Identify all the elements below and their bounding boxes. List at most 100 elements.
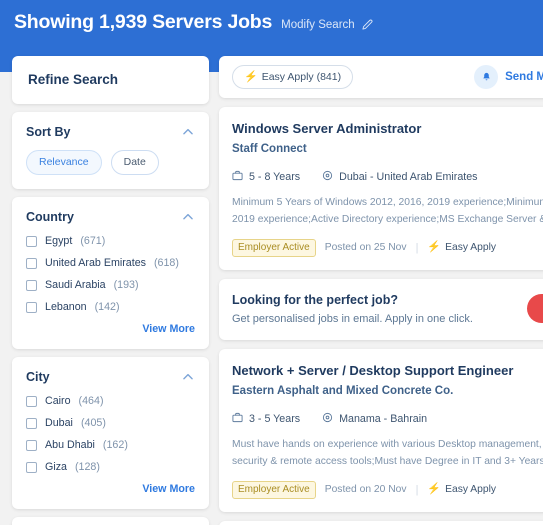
job-footer: Employer Active Posted on 20 Nov | ⚡ Eas… [232,480,543,499]
job-search-page: Showing 1,939 Servers Jobs Modify Search… [0,0,543,525]
checkbox[interactable] [26,395,37,407]
job-footer: Employer Active Posted on 25 Nov | ⚡ Eas… [232,238,543,257]
status-badge: Employer Active [232,238,316,257]
promo-subtitle: Get personalised jobs in email. Apply in… [232,312,473,325]
filter-option-label: Giza [45,461,67,473]
content-area: Refine Search Sort By Relevance Date Cou… [0,56,543,525]
sort-by-pills: Relevance Date [26,150,195,175]
easy-apply-tag[interactable]: ⚡ Easy Apply [427,241,497,254]
easy-apply-tag[interactable]: ⚡ Easy Apply [427,484,497,496]
checkbox[interactable] [26,235,37,247]
status-badge: Employer Active [232,480,316,499]
easy-apply-filter-chip[interactable]: ⚡ Easy Apply (841) [232,65,354,89]
job-alert-promo-banner: Looking for the perfect job? Get persona… [219,278,543,340]
briefcase-icon [232,410,243,428]
send-alert-action[interactable]: Send M [474,65,543,89]
filter-section-title: City [26,370,50,384]
checkbox[interactable] [26,279,37,291]
filter-option-count: (405) [80,417,106,429]
filters-sidebar: Refine Search Sort By Relevance Date Cou… [12,56,209,525]
filter-option-saudi-arabia[interactable]: Saudi Arabia (193) [26,279,195,291]
job-meta: 5 - 8 Years Dubai - United Arab Emirates [232,168,543,186]
location-pin-icon [322,168,333,186]
job-experience-label: 5 - 8 Years [249,171,301,183]
refine-search-title: Refine Search [28,72,119,87]
view-more-country[interactable]: View More [26,323,195,335]
job-experience: 3 - 5 Years [232,410,300,428]
filter-section-country: Country Egypt (671) United Arab Emirates… [12,197,209,349]
lightning-bolt-icon: ⚡ [427,241,442,254]
filter-option-lebanon[interactable]: Lebanon (142) [26,301,195,313]
promo-register-button[interactable]: Re [527,294,543,324]
checkbox[interactable] [26,417,37,429]
filter-option-count: (671) [80,235,106,247]
job-experience-label: 3 - 5 Years [249,412,301,425]
briefcase-icon [232,168,243,186]
job-title[interactable]: Network + Server / Desktop Support Engin… [232,363,543,378]
job-company: Staff Connect [232,143,307,155]
page-title: Showing 1,939 Servers Jobs [14,11,273,33]
filter-option-label: Egypt [45,235,73,247]
chevron-up-icon[interactable] [181,210,195,224]
filter-option-cairo[interactable]: Cairo (464) [26,395,195,407]
lightning-bolt-icon: ⚡ [244,70,258,83]
modify-search-link[interactable]: Modify Search [281,19,373,33]
job-description-line: Must have hands on experience with vario… [232,438,543,450]
filter-option-united-arab-emirates[interactable]: United Arab Emirates (618) [26,257,195,269]
chevron-up-icon[interactable] [181,125,195,139]
job-posted-date: Posted on 25 Nov [324,242,407,254]
sort-pill-date[interactable]: Date [110,150,159,175]
location-pin-icon [322,410,333,428]
checkbox[interactable] [26,257,37,269]
checkbox[interactable] [26,461,37,473]
job-card[interactable]: Java Server Development Engineer BAYANAT… [219,520,543,525]
divider: | [415,483,419,496]
job-card[interactable]: Network + Server / Desktop Support Engin… [219,348,543,512]
filter-option-count: (618) [153,257,179,269]
job-posted-date: Posted on 20 Nov [324,484,407,496]
results-toolbar: ⚡ Easy Apply (841) Send M [219,56,543,98]
job-card[interactable]: Windows Server Administrator Staff Conne… [219,107,543,270]
filter-option-dubai[interactable]: Dubai (405) [26,417,195,429]
divider: | [415,241,419,254]
view-more-city[interactable]: View More [26,483,195,495]
send-alert-label: Send M [505,71,543,83]
filter-section-sort-by: Sort By Relevance Date [12,112,209,189]
promo-title: Looking for the perfect job? [232,292,398,307]
job-location: Dubai - United Arab Emirates [322,168,478,186]
filter-option-label: United Arab Emirates [45,257,146,269]
sort-pill-relevance[interactable]: Relevance [26,150,102,175]
filter-option-label: Abu Dhabi [45,439,95,451]
filter-section-title: Sort By [26,125,71,139]
easy-apply-label: Easy Apply [445,242,497,254]
filter-option-count: (464) [78,395,104,407]
filter-option-label: Saudi Arabia [45,279,106,291]
job-description-line: Minimum 5 Years of Windows 2012, 2016, 2… [232,197,543,208]
job-location-label: Manama - Bahrain [339,412,428,425]
filter-option-label: Dubai [45,417,73,429]
job-results-column: ⚡ Easy Apply (841) Send M Windows Server… [219,56,543,525]
job-company: Eastern Asphalt and Mixed Concrete Co. [232,384,454,397]
easy-apply-filter-label: Easy Apply (841) [261,71,342,83]
filter-option-count: (142) [94,301,120,313]
job-description-line: security & remote access tools;Must have… [232,455,543,467]
filter-option-count: (193) [113,279,139,291]
filter-option-count: (162) [102,439,128,451]
bell-icon [474,65,499,89]
filter-option-egypt[interactable]: Egypt (671) [26,235,195,247]
checkbox[interactable] [26,439,37,451]
filter-section-industry[interactable]: Industry [12,517,209,525]
filter-option-giza[interactable]: Giza (128) [26,461,195,473]
job-location-label: Dubai - United Arab Emirates [339,171,478,183]
filter-section-title: Country [26,210,74,224]
filter-option-label: Cairo [45,395,71,407]
easy-apply-label: Easy Apply [445,484,497,496]
chevron-up-icon[interactable] [181,370,195,384]
job-title[interactable]: Windows Server Administrator [232,121,543,136]
job-meta: 3 - 5 Years Manama - Bahrain [232,410,543,428]
job-location: Manama - Bahrain [322,410,427,428]
filter-option-abu-dhabi[interactable]: Abu Dhabi (162) [26,439,195,451]
checkbox[interactable] [26,301,37,313]
refine-search-panel: Refine Search [12,56,209,104]
filter-option-label: Lebanon [45,301,87,313]
